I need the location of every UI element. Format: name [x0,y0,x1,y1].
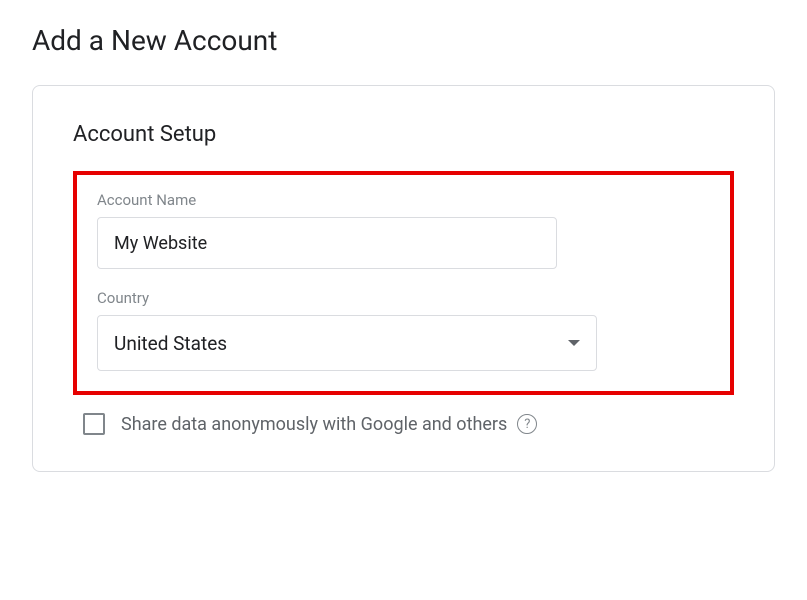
country-group: Country United States [97,289,710,371]
help-icon[interactable]: ? [517,414,537,434]
share-data-label: Share data anonymously with Google and o… [121,414,537,435]
country-select[interactable]: United States [97,315,597,371]
section-title: Account Setup [73,122,734,147]
share-data-row: Share data anonymously with Google and o… [73,413,734,435]
share-data-checkbox[interactable] [83,413,105,435]
share-data-label-text: Share data anonymously with Google and o… [121,414,507,435]
page-title: Add a New Account [32,24,775,57]
chevron-down-icon [568,340,580,346]
account-name-label: Account Name [97,191,710,209]
account-setup-card: Account Setup Account Name Country Unite… [32,85,775,472]
account-name-group: Account Name [97,191,710,269]
highlight-box: Account Name Country United States [73,171,734,395]
country-value: United States [114,332,227,355]
account-name-input[interactable] [97,217,557,269]
country-label: Country [97,289,710,307]
